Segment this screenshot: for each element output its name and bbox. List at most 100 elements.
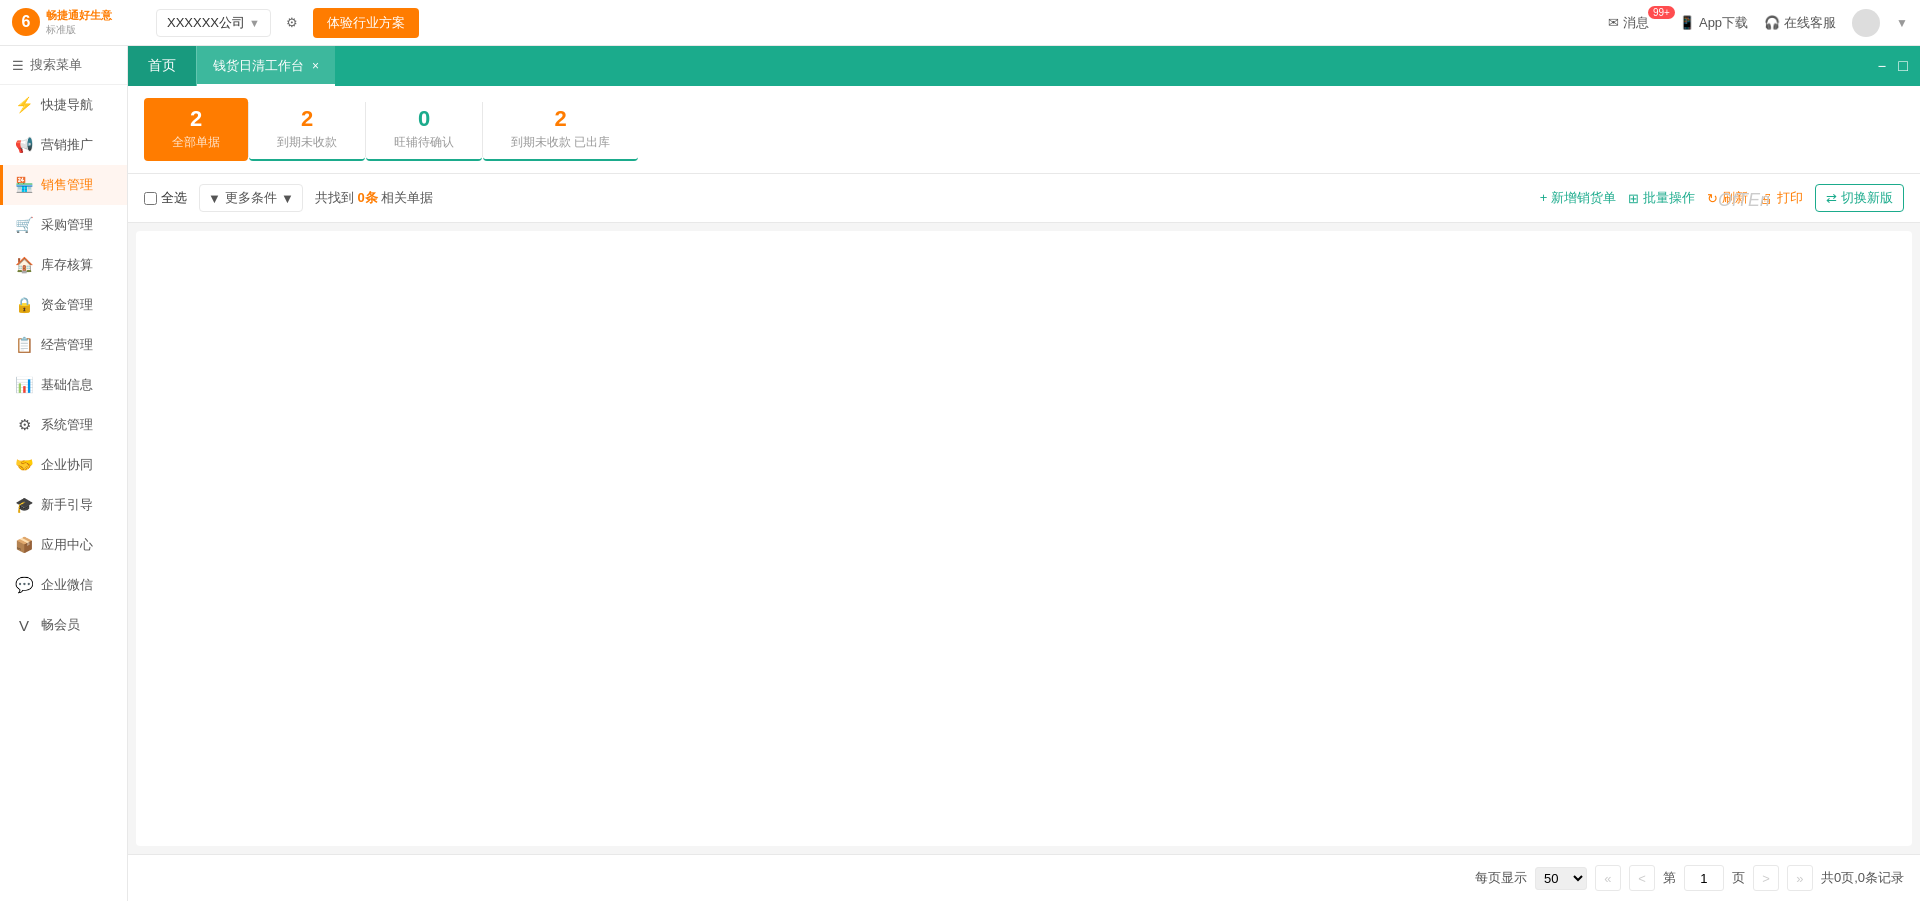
quick-nav-label: 快捷导航 <box>41 96 93 114</box>
online-service-button[interactable]: 🎧 在线客服 <box>1764 14 1836 32</box>
app-download-button[interactable]: 📱 App下载 <box>1679 14 1748 32</box>
sidebar-item-wechat[interactable]: 💬 企业微信 <box>0 565 127 605</box>
stat-card-overdue[interactable]: 2 到期未收款 <box>249 98 365 161</box>
newbie-label: 新手引导 <box>41 496 93 514</box>
enterprise-label: 企业协同 <box>41 456 93 474</box>
table-area <box>136 231 1912 846</box>
stat-card-wangpu[interactable]: 0 旺辅待确认 <box>366 98 482 161</box>
service-icon: 🎧 <box>1764 15 1780 30</box>
enterprise-icon: 🤝 <box>15 456 33 474</box>
sales-label: 销售管理 <box>41 176 93 194</box>
batch-operation-button[interactable]: ⊞ 批量操作 <box>1628 189 1695 207</box>
refresh-icon: ↻ <box>1707 191 1718 206</box>
stat-card-shipped[interactable]: 2 到期未收款 已出库 <box>483 98 638 161</box>
stat-number-all: 2 <box>172 106 220 132</box>
total-records: 共0页,0条记录 <box>1821 869 1904 887</box>
filter-label: 更多条件 <box>225 189 277 207</box>
basic-icon: 📊 <box>15 376 33 394</box>
settings-button[interactable]: ⚙ <box>279 10 305 36</box>
avatar[interactable] <box>1852 9 1880 37</box>
logo-title: 畅捷通好生意 <box>46 8 112 22</box>
sidebar-item-finance[interactable]: 🔒 资金管理 <box>0 285 127 325</box>
last-page-button[interactable]: » <box>1787 865 1813 891</box>
stat-label-overdue: 到期未收款 <box>277 134 337 151</box>
prev-page-icon: < <box>1638 871 1646 886</box>
sidebar-search[interactable]: ☰ 搜索菜单 <box>0 46 127 85</box>
purchase-label: 采购管理 <box>41 216 93 234</box>
tab-bar: 首页 钱货日清工作台 × － □ <box>128 46 1920 86</box>
stat-number-shipped: 2 <box>511 106 610 132</box>
print-button[interactable]: 🖨 打印 <box>1760 189 1803 207</box>
found-text: 共找到 0条 相关单据 <box>315 189 433 207</box>
sidebar-item-quick-nav[interactable]: ⚡ 快捷导航 <box>0 85 127 125</box>
top-header: 6 畅捷通好生意 标准版 XXXXXX公司 ▼ ⚙ 体验行业方案 ✉ 消息 99… <box>0 0 1920 46</box>
sidebar-item-enterprise[interactable]: 🤝 企业协同 <box>0 445 127 485</box>
company-selector[interactable]: XXXXXX公司 ▼ <box>156 9 271 37</box>
sidebar-item-sales[interactable]: 🏪 销售管理 <box>0 165 127 205</box>
checkbox-input[interactable] <box>144 192 157 205</box>
found-count: 0条 <box>357 190 377 205</box>
stat-number-overdue: 2 <box>277 106 337 132</box>
first-page-icon: « <box>1604 871 1611 886</box>
gear-icon: ⚙ <box>286 15 298 30</box>
company-name: XXXXXX公司 <box>167 14 245 32</box>
try-industry-button[interactable]: 体验行业方案 <box>313 8 419 38</box>
sidebar-item-newbie[interactable]: 🎓 新手引导 <box>0 485 127 525</box>
message-button[interactable]: ✉ 消息 99+ <box>1608 14 1663 32</box>
sidebar-item-appstore[interactable]: 📦 应用中心 <box>0 525 127 565</box>
switch-version-button[interactable]: ⇄ 切换新版 <box>1815 184 1904 212</box>
tab-bar-right: － □ <box>1870 46 1920 86</box>
marketing-label: 营销推广 <box>41 136 93 154</box>
sidebar: ☰ 搜索菜单 ⚡ 快捷导航 📢 营销推广 🏪 销售管理 🛒 采购管理 🏠 库存核… <box>0 46 128 901</box>
logo-subtitle: 标准版 <box>46 23 112 37</box>
maximize-icon[interactable]: □ <box>1894 53 1912 79</box>
refresh-button[interactable]: ↻ 刷新 <box>1707 189 1748 207</box>
sidebar-item-member[interactable]: V 畅会员 <box>0 605 127 645</box>
switch-icon: ⇄ <box>1826 191 1837 206</box>
last-page-icon: » <box>1796 871 1803 886</box>
sales-icon: 🏪 <box>15 176 33 194</box>
inventory-icon: 🏠 <box>15 256 33 274</box>
stat-label-wangpu: 旺辅待确认 <box>394 134 454 151</box>
newbie-icon: 🎓 <box>15 496 33 514</box>
page-size-select[interactable]: 50 10 20 100 <box>1535 867 1587 890</box>
toolbar-left: 全选 ▼ 更多条件 ▼ 共找到 0条 相关单据 <box>144 184 1528 212</box>
wechat-label: 企业微信 <box>41 576 93 594</box>
sidebar-item-purchase[interactable]: 🛒 采购管理 <box>0 205 127 245</box>
operations-icon: 📋 <box>15 336 33 354</box>
page-suffix: 页 <box>1732 869 1745 887</box>
system-icon: ⚙ <box>15 416 33 434</box>
sidebar-item-marketing[interactable]: 📢 营销推广 <box>0 125 127 165</box>
prev-page-button[interactable]: < <box>1629 865 1655 891</box>
first-page-button[interactable]: « <box>1595 865 1621 891</box>
purchase-icon: 🛒 <box>15 216 33 234</box>
member-icon: V <box>15 617 33 634</box>
sidebar-item-basic[interactable]: 📊 基础信息 <box>0 365 127 405</box>
wechat-icon: 💬 <box>15 576 33 594</box>
tab-home[interactable]: 首页 <box>128 46 196 86</box>
company-chevron-icon: ▼ <box>249 17 260 29</box>
tab-close-icon[interactable]: × <box>312 59 319 73</box>
message-icon: ✉ <box>1608 15 1619 30</box>
select-all-checkbox[interactable]: 全选 <box>144 189 187 207</box>
add-sales-order-button[interactable]: + 新增销货单 <box>1540 189 1616 207</box>
filter-button[interactable]: ▼ 更多条件 ▼ <box>199 184 303 212</box>
next-page-button[interactable]: > <box>1753 865 1779 891</box>
main-layout: ☰ 搜索菜单 ⚡ 快捷导航 📢 营销推广 🏪 销售管理 🛒 采购管理 🏠 库存核… <box>0 46 1920 901</box>
page-number-input[interactable] <box>1684 865 1724 891</box>
stat-card-all[interactable]: 2 全部单据 <box>144 98 248 161</box>
minimize-icon[interactable]: － <box>1870 52 1894 81</box>
quick-nav-icon: ⚡ <box>15 96 33 114</box>
filter-icon: ▼ <box>208 191 221 206</box>
select-all-label: 全选 <box>161 189 187 207</box>
member-label: 畅会员 <box>41 616 80 634</box>
sidebar-item-inventory[interactable]: 🏠 库存核算 <box>0 245 127 285</box>
download-icon: 📱 <box>1679 15 1695 30</box>
sidebar-item-operations[interactable]: 📋 经营管理 <box>0 325 127 365</box>
appstore-icon: 📦 <box>15 536 33 554</box>
sidebar-item-system[interactable]: ⚙ 系统管理 <box>0 405 127 445</box>
message-badge: 99+ <box>1648 6 1675 19</box>
tab-current[interactable]: 钱货日清工作台 × <box>196 46 335 86</box>
pagination-bar: 每页显示 50 10 20 100 « < 第 页 > <box>128 854 1920 901</box>
user-name[interactable]: ▼ <box>1896 16 1908 30</box>
